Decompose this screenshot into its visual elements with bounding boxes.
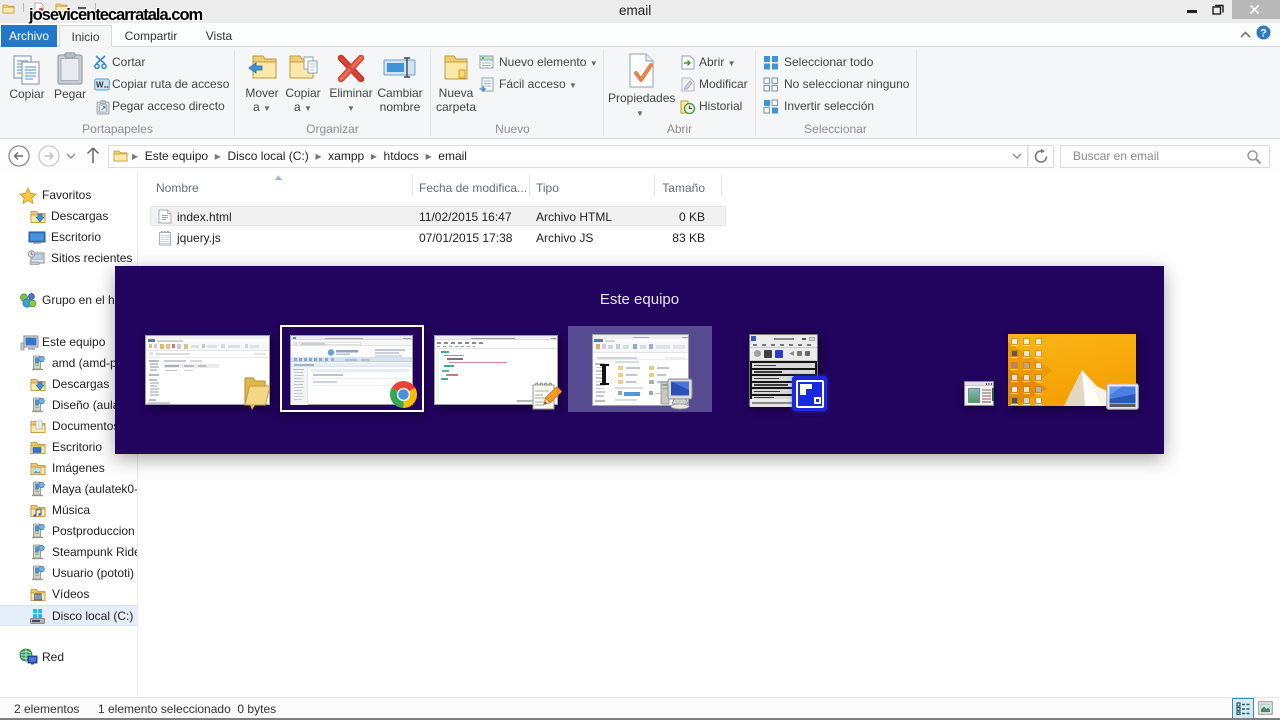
svg-text:?: ? (1260, 27, 1267, 39)
svg-text:W: W (96, 81, 104, 90)
